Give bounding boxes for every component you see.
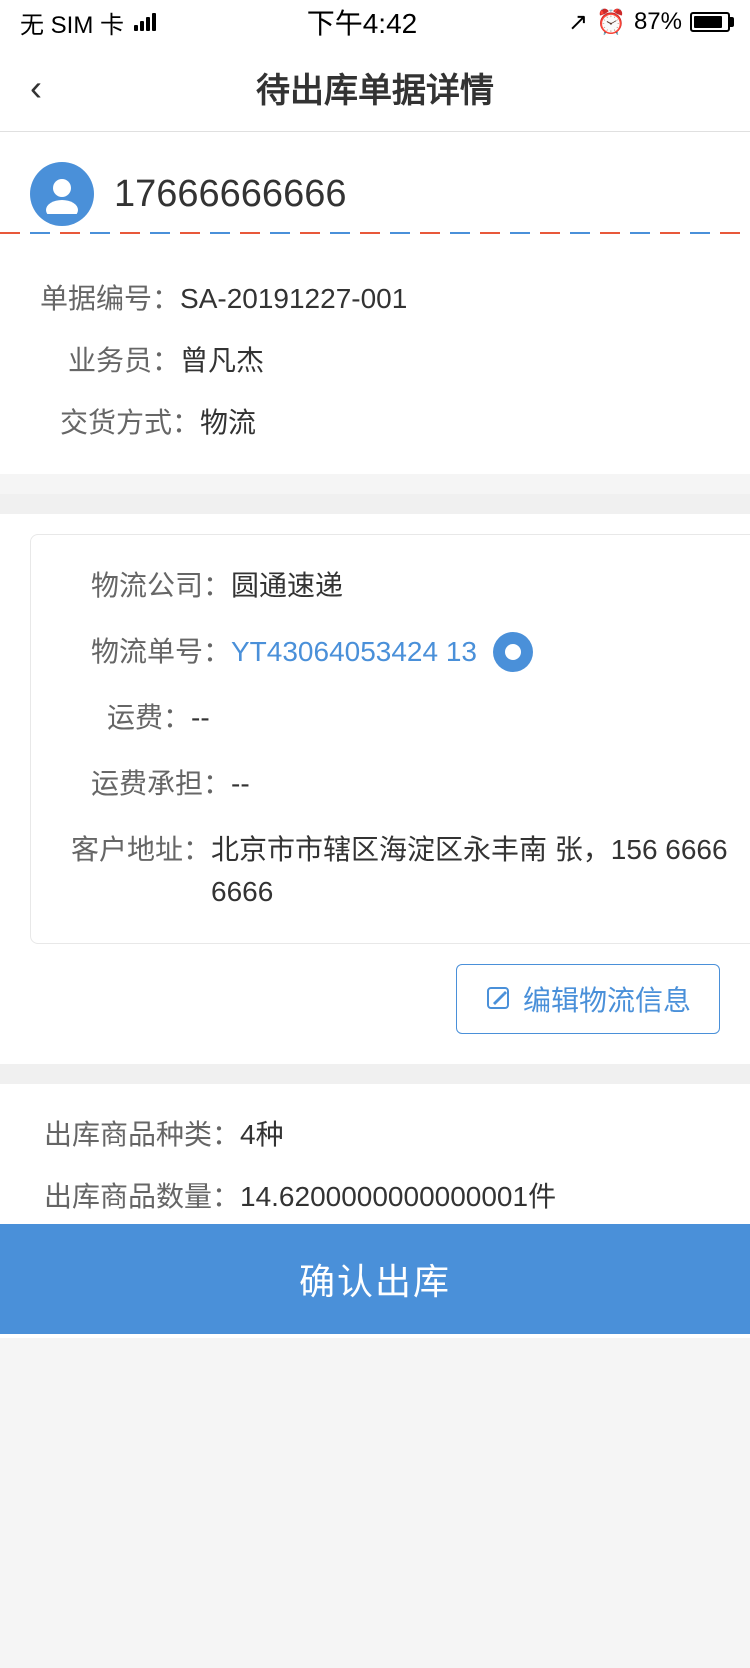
carrier-label: 无 SIM 卡 — [20, 5, 124, 40]
user-icon — [42, 174, 82, 214]
location-pin-button[interactable] — [493, 632, 533, 672]
edit-logistics-area: 编辑物流信息 — [30, 964, 720, 1034]
category-row: 出库商品种类： 4种 — [40, 1114, 710, 1156]
logistics-section: 物流公司： 圆通速递 物流单号： YT43064053424 13 运费： --… — [0, 514, 750, 1064]
delivery-method-row: 交货方式： 物流 — [40, 402, 710, 444]
tracking-no-row: 物流单号： YT43064053424 13 — [71, 631, 739, 673]
page-spacer — [0, 1358, 750, 1558]
alarm-icon: ⏰ — [596, 8, 626, 37]
battery-percent: 87% — [634, 8, 682, 36]
freight-label: 运费： — [71, 697, 191, 739]
dashed-divider — [0, 226, 750, 238]
freight-bearer-row: 运费承担： -- — [71, 763, 739, 805]
edit-logistics-label: 编辑物流信息 — [523, 979, 691, 1019]
freight-row: 运费： -- — [71, 697, 739, 739]
logistics-company-row: 物流公司： 圆通速递 — [71, 565, 739, 607]
address-value: 北京市市辖区海淀区永丰南 张，156 6666 6666 — [211, 829, 739, 913]
category-label: 出库商品种类： — [40, 1114, 240, 1156]
logistics-company-value: 圆通速递 — [231, 565, 739, 607]
freight-value: -- — [191, 697, 739, 739]
section-divider — [0, 494, 750, 514]
sales-person-label: 业务员： — [40, 340, 180, 382]
delivery-method-label: 交货方式： — [40, 402, 200, 444]
status-right: ↗ ⏰ 87% — [568, 8, 730, 37]
back-button[interactable]: ‹ — [30, 67, 42, 109]
category-value: 4种 — [240, 1114, 710, 1156]
status-time: 下午4:42 — [307, 2, 418, 42]
quantity-row: 出库商品数量： 14.6200000000000001件 — [40, 1176, 710, 1218]
pin-inner — [505, 644, 521, 660]
address-row: 客户地址： 北京市市辖区海淀区永丰南 张，156 6666 6666 — [71, 829, 739, 913]
quantity-value: 14.6200000000000001件 — [240, 1176, 710, 1218]
logistics-company-label: 物流公司： — [71, 565, 231, 607]
customer-phone: 17666666666 — [114, 173, 346, 216]
freight-bearer-value: -- — [231, 763, 739, 805]
sales-person-row: 业务员： 曾凡杰 — [40, 340, 710, 382]
confirm-outbound-button[interactable]: 确认出库 — [299, 1253, 451, 1305]
location-icon: ↗ — [568, 8, 588, 37]
section-divider-2 — [0, 1064, 750, 1084]
nav-bar: ‹ 待出库单据详情 — [0, 44, 750, 132]
bottom-bar: 确认出库 — [0, 1224, 750, 1334]
wifi-icon — [134, 13, 156, 31]
tracking-no-value: YT43064053424 13 — [231, 631, 477, 673]
status-left: 无 SIM 卡 — [20, 5, 156, 40]
order-info-section: 单据编号： SA-20191227-001 业务员： 曾凡杰 交货方式： 物流 — [0, 248, 750, 474]
battery-icon — [690, 12, 730, 32]
freight-bearer-label: 运费承担： — [71, 763, 231, 805]
page-title: 待出库单据详情 — [256, 63, 494, 112]
status-bar: 无 SIM 卡 下午4:42 ↗ ⏰ 87% — [0, 0, 750, 44]
avatar — [30, 162, 94, 226]
order-no-label: 单据编号： — [40, 278, 180, 320]
quantity-label: 出库商品数量： — [40, 1176, 240, 1218]
order-no-value: SA-20191227-001 — [180, 278, 710, 320]
sales-person-value: 曾凡杰 — [180, 340, 710, 382]
customer-header: 17666666666 — [0, 132, 750, 226]
order-no-row: 单据编号： SA-20191227-001 — [40, 278, 710, 320]
logistics-card: 物流公司： 圆通速递 物流单号： YT43064053424 13 运费： --… — [30, 534, 750, 944]
edit-logistics-button[interactable]: 编辑物流信息 — [456, 964, 720, 1034]
delivery-method-value: 物流 — [200, 402, 710, 444]
address-label: 客户地址： — [71, 829, 211, 871]
tracking-value: YT43064053424 13 — [231, 631, 533, 673]
tracking-no-label: 物流单号： — [71, 631, 231, 673]
edit-icon — [485, 985, 513, 1013]
